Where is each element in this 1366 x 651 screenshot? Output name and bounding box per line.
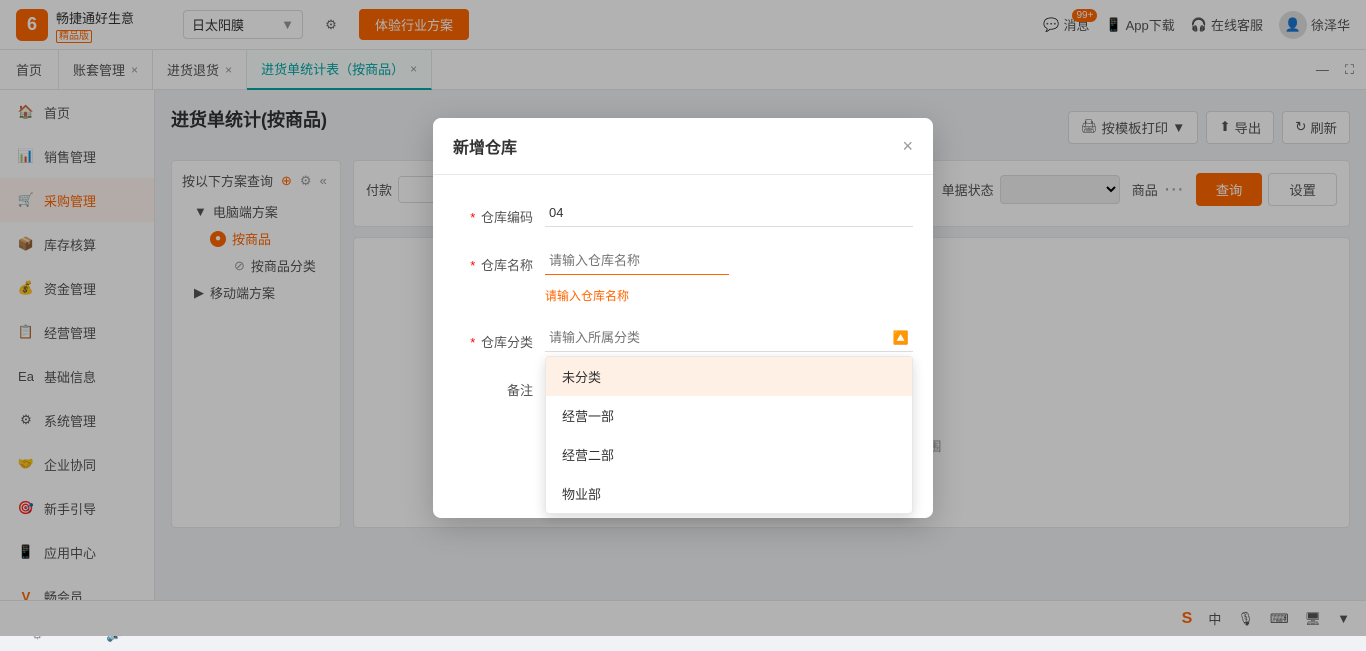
name-label: * 仓库名称 (453, 247, 533, 275)
category-dropdown-list: 未分类 经营一部 经营二部 物业部 (545, 356, 913, 514)
category-label: * 仓库分类 (453, 324, 533, 351)
code-label: * 仓库编码 (453, 199, 533, 226)
dropdown-item-unclassified[interactable]: 未分类 (546, 357, 912, 396)
dialog-header: 新增仓库 × (433, 118, 933, 175)
dialog-body: * 仓库编码 * 仓库名称 请输入仓库名称 * (433, 175, 933, 459)
dropdown-item-dept3[interactable]: 物业部 (546, 474, 912, 513)
new-warehouse-dialog: 新增仓库 × * 仓库编码 * 仓库名称 请输入仓库名称 (433, 118, 933, 518)
name-input[interactable] (545, 247, 729, 275)
category-field-row: * 仓库分类 🔼 未分类 经营一部 经营二部 物业部 (453, 324, 913, 352)
name-error-area: 请输入仓库名称 (453, 287, 629, 304)
dropdown-arrow-icon[interactable]: 🔼 (893, 330, 909, 346)
category-control-wrap: 🔼 未分类 经营一部 经营二部 物业部 (545, 324, 913, 352)
code-input[interactable] (545, 199, 913, 227)
name-error-message: 请输入仓库名称 (545, 289, 629, 303)
dropdown-item-dept2[interactable]: 经营二部 (546, 435, 912, 474)
dropdown-item-dept1[interactable]: 经营一部 (546, 396, 912, 435)
category-input[interactable] (545, 324, 913, 352)
dialog-title: 新增仓库 (453, 134, 517, 158)
name-field-row: * 仓库名称 请输入仓库名称 (453, 247, 913, 304)
code-field-row: * 仓库编码 (453, 199, 913, 227)
remark-label: 备注 (453, 372, 533, 399)
dialog-close-button[interactable]: × (902, 136, 913, 157)
